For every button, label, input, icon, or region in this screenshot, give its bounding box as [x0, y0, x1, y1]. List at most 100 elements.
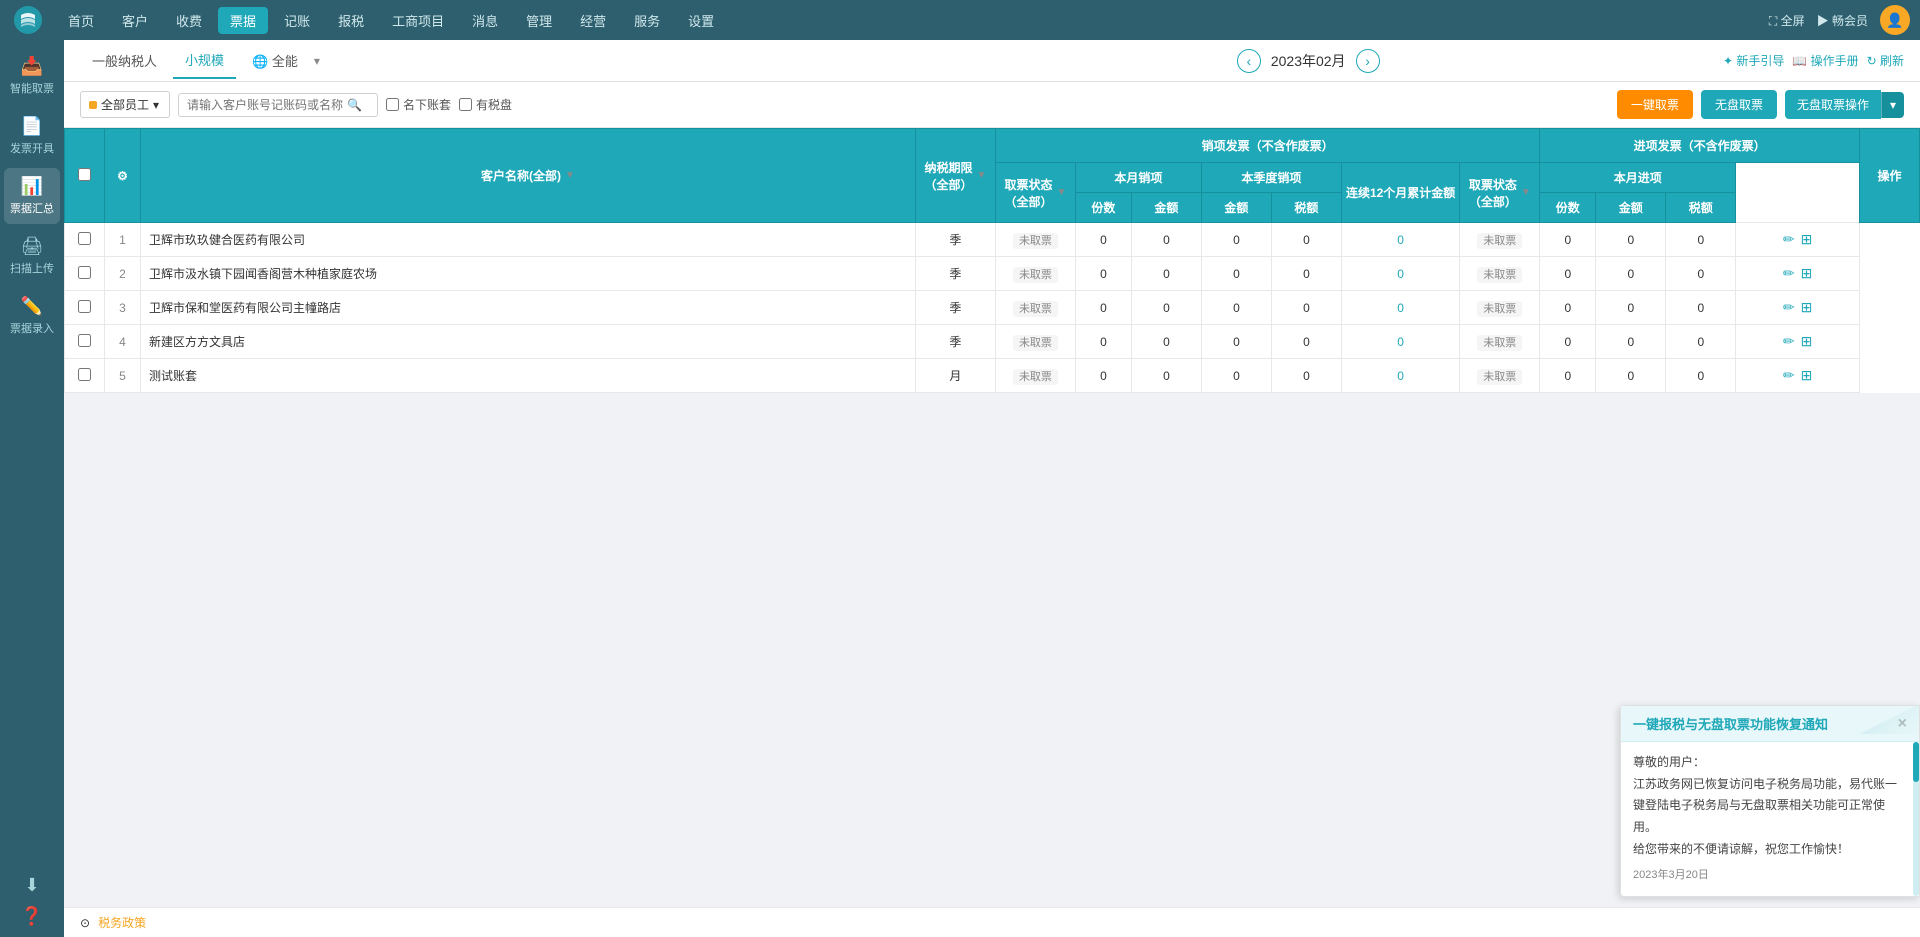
no-disk-fetch-btn[interactable]: 无盘取票: [1701, 90, 1777, 119]
th-settings: ⚙: [105, 129, 141, 223]
checkbox-my-accounts[interactable]: 名下账套: [386, 96, 451, 113]
row-checkbox-4[interactable]: [78, 368, 91, 381]
sidebar-item-invoice-issue[interactable]: 📄 发票开具: [4, 108, 60, 164]
my-accounts-checkbox[interactable]: [386, 98, 399, 111]
row-quarter-sales-amount-4: 0: [1201, 359, 1271, 393]
tax-policy-link[interactable]: 税务政策: [98, 914, 146, 931]
nav-business[interactable]: 工商项目: [380, 7, 456, 34]
row-checkbox-3[interactable]: [78, 334, 91, 347]
download-icon[interactable]: ⬇: [24, 875, 39, 896]
view-icon-2[interactable]: ⊞: [1801, 299, 1813, 316]
nav-bookkeeping[interactable]: 记账: [272, 7, 322, 34]
sidebar-item-invoice-entry[interactable]: ✏️ 票据录入: [4, 288, 60, 344]
sidebar: 📥 智能取票 📄 发票开具 📊 票据汇总 🖨 扫描上传 ✏️ 票据录入 ⬇ ❓: [0, 40, 64, 937]
logo[interactable]: [10, 2, 46, 38]
nav-items: 首页 客户 收费 票据 记账 报税 工商项目 消息 管理 经营 服务 设置: [56, 7, 1769, 34]
fullscreen-btn[interactable]: ⛶ 全屏: [1769, 12, 1805, 29]
row-quarter-sales-amount-2: 0: [1201, 291, 1271, 325]
row-customer-name-4: 测试账套: [141, 359, 916, 393]
fetch-status-sales-filter-icon[interactable]: ▼: [1056, 187, 1066, 198]
customer-name-filter-icon[interactable]: ▼: [565, 170, 575, 181]
nav-invoice[interactable]: 票据: [218, 7, 268, 34]
sidebar-label-smart-fetch: 智能取票: [10, 80, 54, 96]
row-num-3: 4: [105, 325, 141, 359]
employee-dot: [89, 101, 97, 109]
has-tax-disk-checkbox[interactable]: [459, 98, 472, 111]
th-group-sales: 销项发票（不含作废票）: [995, 129, 1539, 163]
row-tax-period-0: 季: [915, 223, 995, 257]
row-quarter-sales-amount-3: 0: [1201, 325, 1271, 359]
member-btn[interactable]: ▶ 畅会员: [1817, 12, 1868, 29]
edit-icon-4[interactable]: ✏: [1783, 367, 1795, 384]
select-all-checkbox[interactable]: [78, 168, 91, 181]
tab-all-dropdown[interactable]: ▾: [314, 54, 320, 68]
refresh-btn[interactable]: ↻ 刷新: [1867, 52, 1904, 69]
view-icon-0[interactable]: ⊞: [1801, 231, 1813, 248]
no-disk-operation-dropdown[interactable]: ▾: [1881, 92, 1904, 118]
notification-scrollbar[interactable]: [1913, 742, 1919, 896]
edit-icon-0[interactable]: ✏: [1783, 231, 1795, 248]
table-row: 5 测试账套 月 未取票 0 0 0 0 0 未取票 0 0 0 ✏ ⊞: [65, 359, 1920, 393]
search-input[interactable]: [187, 98, 347, 112]
scan-upload-icon: 🖨: [21, 236, 44, 257]
row-month-sales-amount-3: 0: [1131, 325, 1201, 359]
notification-closing: 给您带来的不便请谅解，祝您工作愉快！: [1633, 839, 1907, 861]
row-tax-period-4: 月: [915, 359, 995, 393]
row-month-purchase-amount-2: 0: [1596, 291, 1666, 325]
nav-home[interactable]: 首页: [56, 7, 106, 34]
nav-operation[interactable]: 经营: [568, 7, 618, 34]
row-month-purchase-amount-4: 0: [1596, 359, 1666, 393]
period-next-btn[interactable]: ›: [1356, 49, 1380, 73]
tab-all[interactable]: 🌐 全能: [240, 43, 310, 78]
edit-icon-2[interactable]: ✏: [1783, 299, 1795, 316]
row-month-purchase-shares-4: 0: [1540, 359, 1596, 393]
new-guide-btn[interactable]: ✦ 新手引导: [1723, 52, 1784, 69]
edit-icon-1[interactable]: ✏: [1783, 265, 1795, 282]
row-month-purchase-tax-1: 0: [1666, 257, 1736, 291]
sidebar-item-smart-fetch[interactable]: 📥 智能取票: [4, 48, 60, 104]
period-display: 2023年02月: [1271, 51, 1346, 71]
no-disk-operation-split: 无盘取票操作 ▾: [1785, 90, 1904, 119]
row-checkbox-2[interactable]: [78, 300, 91, 313]
top-nav-right: ⛶ 全屏 ▶ 畅会员 👤: [1769, 5, 1910, 35]
invoice-summary-icon: 📊: [21, 176, 43, 197]
row-consecutive12-0: 0: [1341, 223, 1459, 257]
nav-tax[interactable]: 报税: [326, 7, 376, 34]
nav-management[interactable]: 管理: [514, 7, 564, 34]
sidebar-item-scan-upload[interactable]: 🖨 扫描上传: [4, 228, 60, 284]
search-icon[interactable]: 🔍: [347, 98, 362, 112]
row-num-4: 5: [105, 359, 141, 393]
view-icon-3[interactable]: ⊞: [1801, 333, 1813, 350]
view-icon-4[interactable]: ⊞: [1801, 367, 1813, 384]
user-avatar[interactable]: 👤: [1880, 5, 1910, 35]
no-disk-operation-btn[interactable]: 无盘取票操作: [1785, 90, 1881, 119]
period-prev-btn[interactable]: ‹: [1237, 49, 1261, 73]
checkbox-has-tax-disk[interactable]: 有税盘: [459, 96, 512, 113]
row-checkbox-1[interactable]: [78, 266, 91, 279]
row-month-sales-shares-4: 0: [1075, 359, 1131, 393]
operation-manual-btn[interactable]: 📖 操作手册: [1792, 52, 1858, 69]
table-body: 1 卫辉市玖玖健合医药有限公司 季 未取票 0 0 0 0 0 未取票 0 0 …: [65, 223, 1920, 393]
view-icon-1[interactable]: ⊞: [1801, 265, 1813, 282]
nav-settings[interactable]: 设置: [676, 7, 726, 34]
tax-period-filter-icon[interactable]: ▼: [976, 170, 986, 181]
nav-fee[interactable]: 收费: [164, 7, 214, 34]
row-checkbox-0[interactable]: [78, 232, 91, 245]
one-key-fetch-btn[interactable]: 一键取票: [1617, 90, 1693, 119]
row-quarter-sales-tax-1: 0: [1271, 257, 1341, 291]
employee-select[interactable]: 全部员工 ▾: [80, 91, 170, 118]
tab-general-taxpayer[interactable]: 一般纳税人: [80, 43, 169, 78]
tab-small-scale[interactable]: 小规模: [173, 42, 236, 79]
notification-greeting: 尊敬的用户：: [1633, 752, 1907, 774]
fetch-status-purchase-filter-icon[interactable]: ▼: [1521, 187, 1531, 198]
nav-customer[interactable]: 客户: [110, 7, 160, 34]
sidebar-item-invoice-summary[interactable]: 📊 票据汇总: [4, 168, 60, 224]
notification-text: 江苏政务网已恢复访问电子税务局功能，易代账一键登陆电子税务局与无盘取票相关功能可…: [1633, 774, 1907, 839]
has-tax-disk-label: 有税盘: [476, 96, 512, 113]
help-icon[interactable]: ❓: [21, 906, 43, 927]
nav-message[interactable]: 消息: [460, 7, 510, 34]
edit-icon-3[interactable]: ✏: [1783, 333, 1795, 350]
footer: ⊙ 税务政策: [64, 907, 1920, 937]
nav-service[interactable]: 服务: [622, 7, 672, 34]
row-checkbox-cell: [65, 325, 105, 359]
